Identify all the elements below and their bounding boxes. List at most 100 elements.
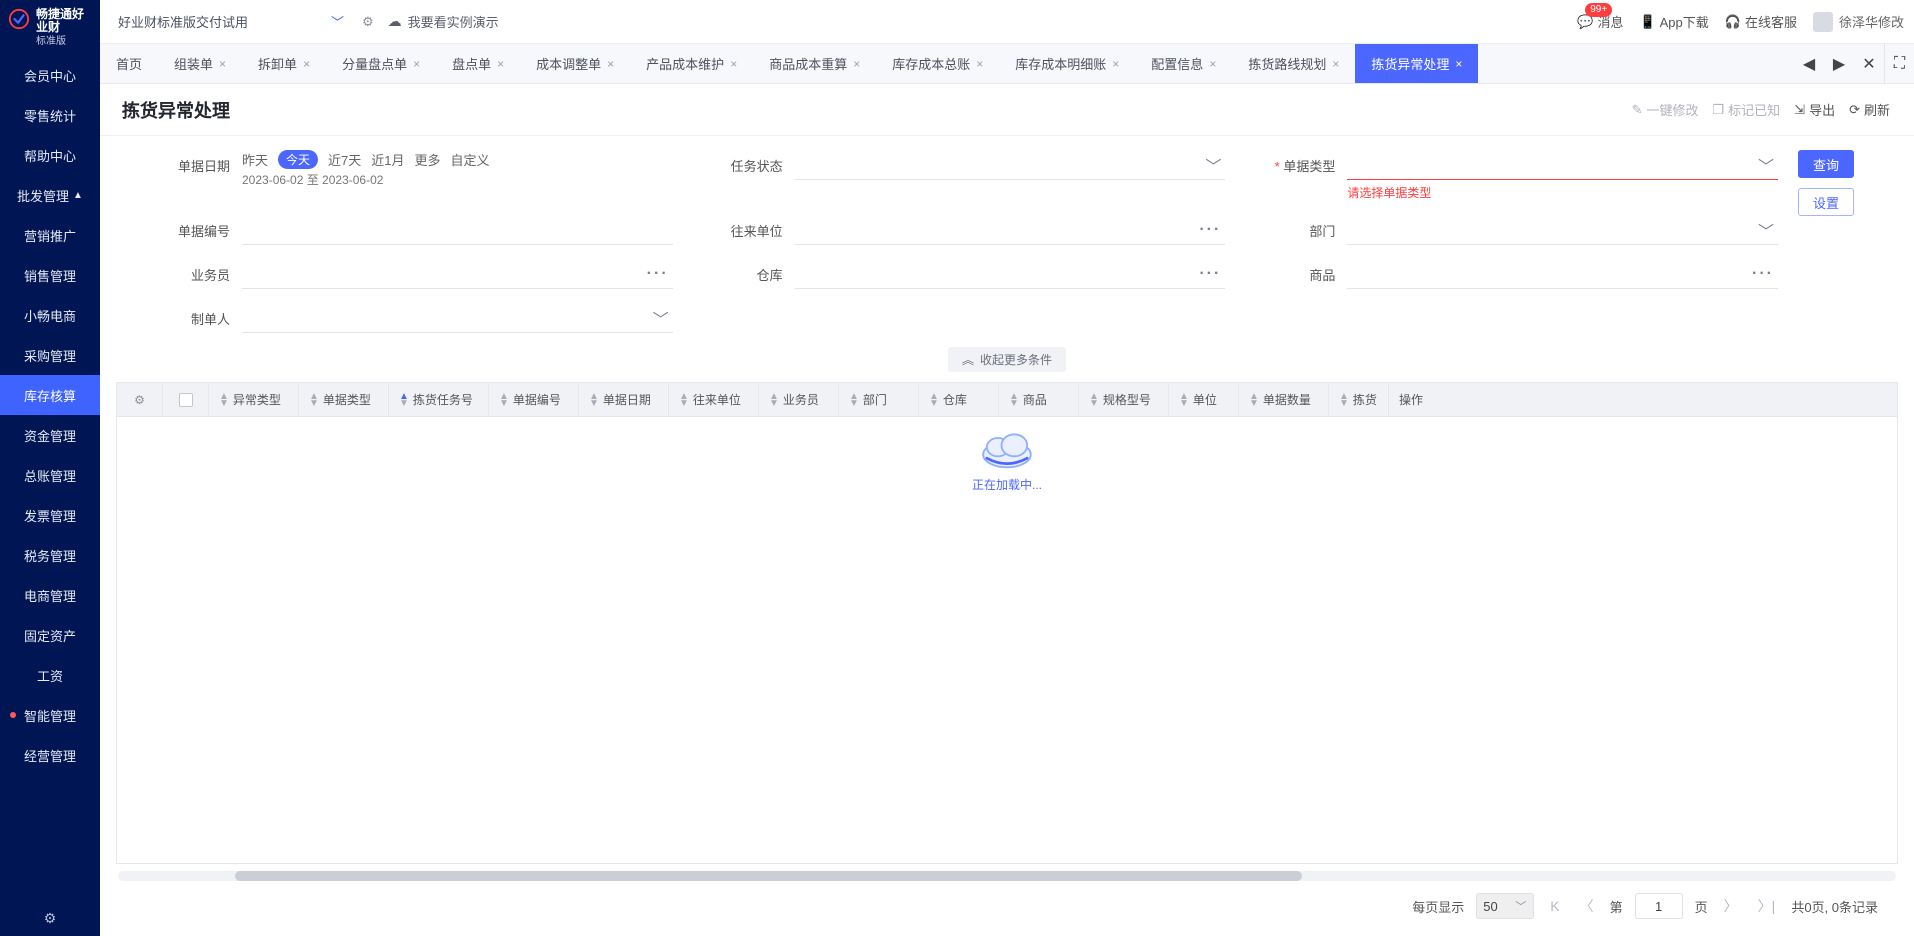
sidebar-item[interactable]: 销售管理	[0, 255, 100, 295]
tab[interactable]: 组装单×	[158, 44, 242, 83]
scrollbar-thumb[interactable]	[235, 871, 1302, 881]
collapse-filters-button[interactable]: ︽ 收起更多条件	[948, 347, 1066, 372]
demo-link[interactable]: ☁ 我要看实例演示	[388, 12, 499, 31]
query-button[interactable]: 查询	[1798, 150, 1854, 178]
table-column-header[interactable]: ▲▼规格型号	[1079, 383, 1169, 416]
select-all[interactable]	[163, 383, 209, 416]
table-column-header[interactable]: ▲▼商品	[999, 383, 1079, 416]
salesman-input[interactable]: ···	[242, 259, 673, 289]
sidebar-item[interactable]: 资金管理	[0, 415, 100, 455]
close-icon[interactable]: ×	[607, 57, 614, 71]
last-page-button[interactable]: 〉|	[1754, 896, 1780, 916]
tab[interactable]: 拆卸单×	[242, 44, 326, 83]
table-column-header[interactable]: ▲▼业务员	[759, 383, 839, 416]
table-column-header[interactable]: ▲▼单位	[1169, 383, 1239, 416]
date-quick-custom[interactable]: 自定义	[451, 150, 490, 169]
date-quick-more[interactable]: 更多	[415, 150, 441, 169]
tabs-next-button[interactable]: ▶	[1824, 44, 1854, 84]
sidebar-item[interactable]: 工资	[0, 655, 100, 695]
settings-icon[interactable]: ⚙	[44, 910, 57, 927]
app-download-action[interactable]: 📱 App下载	[1639, 12, 1708, 31]
close-icon[interactable]: ×	[1455, 57, 1462, 71]
lookup-icon[interactable]: ···	[1195, 221, 1225, 239]
sidebar-item[interactable]: 税务管理	[0, 535, 100, 575]
tabs-expand-button[interactable]: ⛶	[1884, 44, 1914, 84]
date-quick-yesterday[interactable]: 昨天	[242, 150, 268, 169]
sidebar-item[interactable]: 总账管理	[0, 455, 100, 495]
next-page-button[interactable]: 〉	[1720, 896, 1742, 916]
close-icon[interactable]: ×	[730, 57, 737, 71]
sidebar-item[interactable]: 电商管理	[0, 575, 100, 615]
tab[interactable]: 盘点单×	[436, 44, 520, 83]
refresh-action[interactable]: ⟳ 刷新	[1849, 100, 1890, 119]
close-icon[interactable]: ×	[219, 57, 226, 71]
table-column-header[interactable]: ▲▼拣货	[1329, 383, 1389, 416]
column-settings[interactable]: ⚙	[117, 383, 163, 416]
date-quick-last1m[interactable]: 近1月	[371, 150, 404, 169]
tab[interactable]: 产品成本维护×	[630, 44, 753, 83]
close-icon[interactable]: ×	[1209, 57, 1216, 71]
date-quick-today[interactable]: 今天	[278, 150, 318, 169]
tabs-close-button[interactable]: ✕	[1854, 44, 1884, 84]
tab[interactable]: 拣货异常处理×	[1355, 44, 1478, 83]
sidebar-item[interactable]: 小畅电商	[0, 295, 100, 335]
close-icon[interactable]: ×	[497, 57, 504, 71]
table-column-header[interactable]: ▲▼仓库	[919, 383, 999, 416]
table-column-header[interactable]: ▲▼异常类型	[209, 383, 299, 416]
tab[interactable]: 分量盘点单×	[326, 44, 436, 83]
tab[interactable]: 成本调整单×	[520, 44, 630, 83]
dept-input[interactable]: ﹀	[1347, 215, 1778, 245]
close-icon[interactable]: ×	[1332, 57, 1339, 71]
export-action[interactable]: ⇲ 导出	[1794, 100, 1835, 119]
sidebar-item[interactable]: 发票管理	[0, 495, 100, 535]
environment-select[interactable]: 好业财标准版交付试用 ﹀	[118, 12, 348, 31]
close-icon[interactable]: ×	[1112, 57, 1119, 71]
table-column-header[interactable]: ▲▼单据数量	[1239, 383, 1329, 416]
topbar-settings-icon[interactable]: ⚙	[362, 14, 374, 30]
table-column-header[interactable]: 操作	[1389, 383, 1897, 416]
close-icon[interactable]: ×	[413, 57, 420, 71]
doc-type-input[interactable]: ﹀	[1347, 150, 1778, 180]
date-quick-last7[interactable]: 近7天	[328, 150, 361, 169]
warehouse-input[interactable]: ···	[795, 259, 1226, 289]
product-input[interactable]: ···	[1347, 259, 1778, 289]
table-column-header[interactable]: ▲▼单据日期	[579, 383, 669, 416]
sidebar-item[interactable]: 零售统计	[0, 95, 100, 135]
horizontal-scrollbar[interactable]	[116, 868, 1898, 884]
tabs-prev-button[interactable]: ◀	[1794, 44, 1824, 84]
lookup-icon[interactable]: ···	[1748, 265, 1778, 283]
tab[interactable]: 库存成本总账×	[876, 44, 999, 83]
first-page-button[interactable]: K	[1546, 898, 1563, 914]
tab[interactable]: 首页	[100, 44, 158, 83]
sidebar-item[interactable]: 智能管理	[0, 695, 100, 735]
task-status-input[interactable]: ﹀	[795, 150, 1226, 180]
close-icon[interactable]: ×	[976, 57, 983, 71]
sidebar-item[interactable]: 批发管理▲	[0, 175, 100, 215]
table-column-header[interactable]: ▲▼拣货任务号	[389, 383, 489, 416]
tab[interactable]: 配置信息×	[1135, 44, 1232, 83]
lookup-icon[interactable]: ···	[1195, 265, 1225, 283]
table-column-header[interactable]: ▲▼往来单位	[669, 383, 759, 416]
close-icon[interactable]: ×	[853, 57, 860, 71]
tab[interactable]: 商品成本重算×	[753, 44, 876, 83]
page-input[interactable]	[1635, 893, 1683, 919]
sidebar-item[interactable]: 采购管理	[0, 335, 100, 375]
prev-page-button[interactable]: 〈	[1576, 896, 1598, 916]
tab[interactable]: 拣货路线规划×	[1232, 44, 1355, 83]
table-column-header[interactable]: ▲▼部门	[839, 383, 919, 416]
close-icon[interactable]: ×	[303, 57, 310, 71]
sidebar-item[interactable]: 固定资产	[0, 615, 100, 655]
sidebar-item[interactable]: 帮助中心	[0, 135, 100, 175]
lookup-icon[interactable]: ···	[643, 265, 673, 283]
sidebar-item[interactable]: 会员中心	[0, 55, 100, 95]
sidebar-item[interactable]: 营销推广	[0, 215, 100, 255]
sidebar-item[interactable]: 经营管理	[0, 735, 100, 775]
table-column-header[interactable]: ▲▼单据编号	[489, 383, 579, 416]
doc-no-input[interactable]	[242, 215, 673, 245]
creator-input[interactable]: ﹀	[242, 303, 673, 333]
per-page-select[interactable]: 50	[1476, 893, 1534, 919]
messages-action[interactable]: 💬 99+ 消息	[1577, 12, 1623, 31]
sidebar-item[interactable]: 库存核算	[0, 375, 100, 415]
filter-settings-button[interactable]: 设置	[1798, 188, 1854, 216]
user-menu[interactable]: 徐泽华修改	[1813, 12, 1904, 32]
